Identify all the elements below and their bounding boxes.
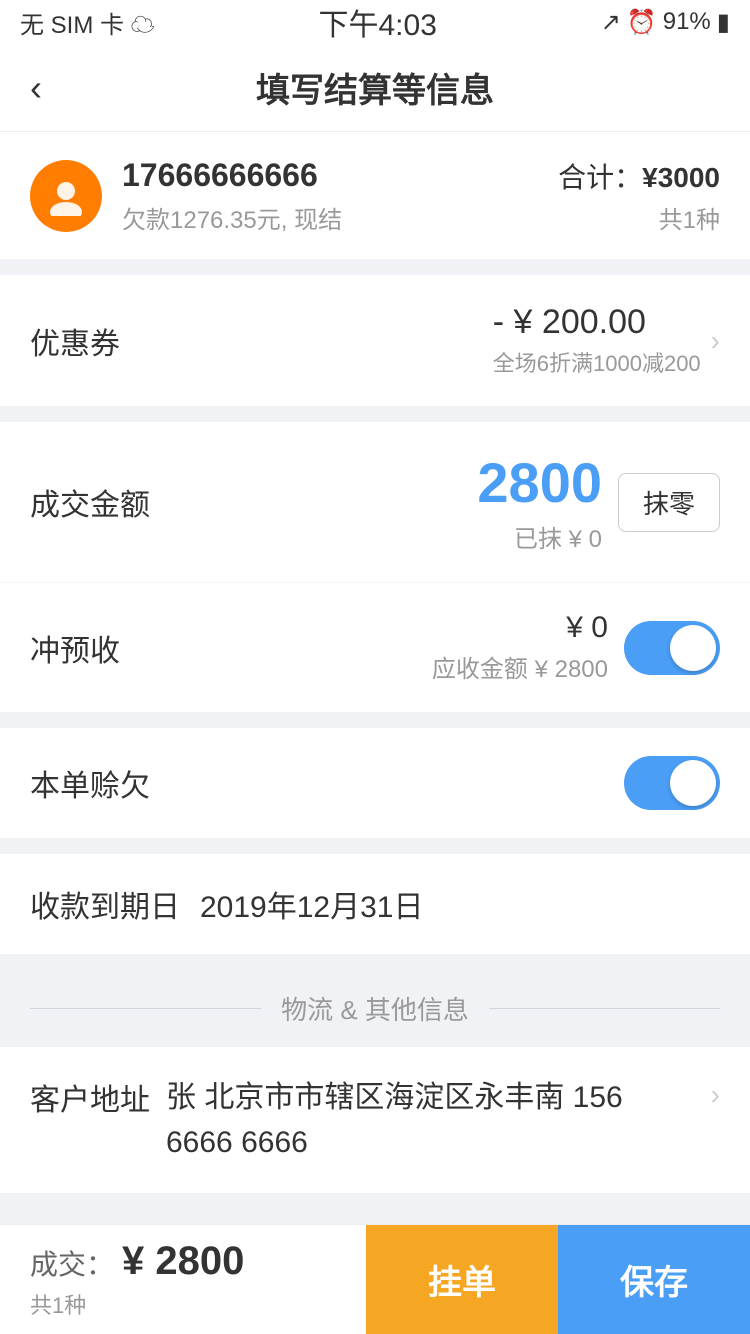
alarm-icon: ⏰ xyxy=(627,8,657,37)
wipe-sub: 已抹 ¥ 0 xyxy=(477,519,602,554)
back-button[interactable]: ‹ xyxy=(20,57,52,119)
page-title: 填写结算等信息 xyxy=(256,63,494,112)
avatar xyxy=(30,160,102,232)
footer: 成交： ¥ 2800 共1种 挂单 保存 xyxy=(0,1224,750,1334)
pre-collect-toggle[interactable] xyxy=(624,621,720,675)
deal-amount-label: 成交金额 xyxy=(30,480,150,524)
wipe-button[interactable]: 抹零 xyxy=(618,473,720,532)
hold-button[interactable]: 挂单 xyxy=(366,1225,558,1334)
status-left: 无 SIM 卡 ☁ xyxy=(20,5,155,40)
status-bar: 无 SIM 卡 ☁ 下午4:03 ↗ ⏰ 91% ▮ xyxy=(0,0,750,44)
logistics-divider: 物流 & 其他信息 xyxy=(0,970,750,1047)
address-chevron-icon: › xyxy=(711,1079,720,1111)
debt-label: 本单赊欠 xyxy=(30,761,150,805)
address-row[interactable]: 客户地址 张 北京市市辖区海淀区永丰南 156 6666 6666 › xyxy=(0,1047,750,1193)
deal-amount-row: 成交金额 2800 已抹 ¥ 0 抹零 xyxy=(0,422,750,583)
footer-info: 成交： ¥ 2800 共1种 xyxy=(0,1239,366,1320)
amount-section: 成交金额 2800 已抹 ¥ 0 抹零 冲预收 ¥ 0 应收金额 ¥ 2800 xyxy=(0,422,750,712)
pre-collect-row: 冲预收 ¥ 0 应收金额 ¥ 2800 xyxy=(0,583,750,712)
customer-row: 17666666666 欠款1276.35元, 现结 合计：¥3000 共1种 xyxy=(0,132,750,259)
customer-phone: 17666666666 xyxy=(122,157,342,194)
pre-amount: ¥ 0 应收金额 ¥ 2800 xyxy=(432,611,608,684)
coupon-description: 全场6折满1000减200 xyxy=(493,346,701,378)
footer-count: 共1种 xyxy=(30,1288,336,1320)
customer-owe: 欠款1276.35元, 现结 xyxy=(122,200,342,235)
content: 17666666666 欠款1276.35元, 现结 合计：¥3000 共1种 … xyxy=(0,132,750,1329)
coupon-discount: - ¥ 200.00 xyxy=(493,303,701,342)
status-time: 下午4:03 xyxy=(319,0,437,44)
address-label: 客户地址 xyxy=(30,1075,150,1119)
location-icon: ↗ xyxy=(601,8,621,37)
save-button[interactable]: 保存 xyxy=(558,1225,750,1334)
due-date-value: 2019年12月31日 xyxy=(200,882,423,926)
customer-left: 17666666666 欠款1276.35元, 现结 xyxy=(30,157,342,235)
battery-icon: ▮ xyxy=(717,8,730,37)
footer-deal-label: 成交： xyxy=(30,1243,114,1283)
debt-row: 本单赊欠 xyxy=(0,728,750,838)
coupon-row[interactable]: 优惠券 - ¥ 200.00 全场6折满1000减200 › xyxy=(0,275,750,406)
chevron-right-icon: › xyxy=(711,325,720,357)
address-value: 张 北京市市辖区海淀区永丰南 156 6666 6666 xyxy=(166,1075,695,1165)
pre-collect-right: ¥ 0 应收金额 ¥ 2800 xyxy=(432,611,720,684)
divider-line-left xyxy=(30,1008,261,1009)
pre-value: ¥ 0 xyxy=(432,611,608,645)
customer-info: 17666666666 欠款1276.35元, 现结 xyxy=(122,157,342,235)
due-date-row: 收款到期日 2019年12月31日 xyxy=(0,854,750,954)
coupon-label: 优惠券 xyxy=(30,319,120,363)
item-count: 共1种 xyxy=(558,200,720,235)
total-label: 合计：¥3000 xyxy=(558,156,720,196)
pre-collect-label: 冲预收 xyxy=(30,626,120,670)
logistics-label: 物流 & 其他信息 xyxy=(281,990,469,1027)
sim-label: 无 SIM 卡 ☁ xyxy=(20,5,155,40)
footer-deal: 成交： ¥ 2800 xyxy=(30,1239,336,1284)
debt-toggle[interactable] xyxy=(624,756,720,810)
customer-right: 合计：¥3000 共1种 xyxy=(558,156,720,235)
pre-sub: 应收金额 ¥ 2800 xyxy=(432,649,608,684)
divider-line-right xyxy=(489,1008,720,1009)
deal-amount-right: 2800 已抹 ¥ 0 抹零 xyxy=(477,450,720,554)
battery-text: 91% xyxy=(663,8,711,36)
amount-value: 2800 xyxy=(477,450,602,515)
coupon-right: - ¥ 200.00 全场6折满1000减200 › xyxy=(493,303,720,378)
due-date-label: 收款到期日 xyxy=(30,882,180,926)
nav-bar: ‹ 填写结算等信息 xyxy=(0,44,750,132)
status-right: ↗ ⏰ 91% ▮ xyxy=(601,8,730,37)
footer-deal-amount: ¥ 2800 xyxy=(122,1239,244,1284)
